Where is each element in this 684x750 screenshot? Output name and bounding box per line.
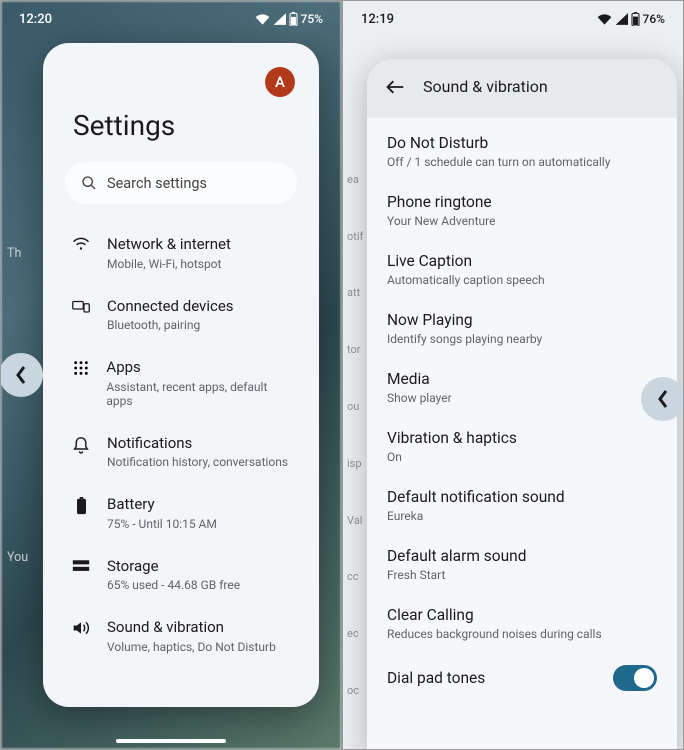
back-arrow-icon[interactable]	[385, 79, 405, 95]
settings-list: Network & internet Mobile, Wi-Fi, hotspot…	[65, 222, 297, 667]
row-battery[interactable]: Battery 75% - Until 10:15 AM	[65, 482, 297, 544]
screenshot-settings-home: 12:20 75% Th You A Settings Search setti…	[0, 0, 342, 750]
battery-percent: 76%	[643, 12, 665, 26]
chevron-left-icon	[13, 365, 29, 385]
volume-icon	[72, 620, 90, 636]
row-title: Sound & vibration	[107, 618, 276, 638]
page-title: Sound & vibration	[423, 77, 548, 96]
row-title: Connected devices	[107, 297, 234, 317]
row-vibration[interactable]: Vibration & hapticsOn	[367, 417, 677, 476]
row-network[interactable]: Network & internet Mobile, Wi-Fi, hotspot	[65, 222, 297, 284]
avatar[interactable]: A	[265, 67, 295, 97]
status-time: 12:19	[361, 12, 394, 27]
row-connected-devices[interactable]: Connected devicesBluetooth, pairing	[65, 284, 297, 346]
signal-icon	[273, 13, 286, 25]
row-notif-sound[interactable]: Default notification soundEureka	[367, 476, 677, 535]
row-ringtone[interactable]: Phone ringtoneYour New Adventure	[367, 181, 677, 240]
row-apps[interactable]: AppsAssistant, recent apps, default apps	[65, 345, 297, 421]
row-sound[interactable]: Sound & vibration Volume, haptics, Do Not…	[65, 605, 297, 667]
status-time: 12:20	[19, 12, 52, 27]
row-sub: 65% used - 44.68 GB free	[107, 578, 240, 592]
search-input[interactable]: Search settings	[65, 162, 297, 204]
battery-icon	[289, 12, 298, 26]
row-dial-pad-tones[interactable]: Dial pad tones	[367, 653, 677, 703]
apps-icon	[73, 360, 89, 376]
row-media[interactable]: MediaShow player	[367, 358, 677, 417]
row-storage[interactable]: Storage65% used - 44.68 GB free	[65, 544, 297, 606]
page-title: Settings	[73, 109, 297, 142]
row-title: Battery	[107, 495, 217, 515]
search-placeholder: Search settings	[107, 175, 207, 192]
row-title: Storage	[107, 557, 240, 577]
row-title: Apps	[106, 358, 291, 378]
row-alarm-sound[interactable]: Default alarm soundFresh Start	[367, 535, 677, 594]
row-sub: 75% - Until 10:15 AM	[107, 517, 217, 531]
row-live-caption[interactable]: Live CaptionAutomatically caption speech	[367, 240, 677, 299]
status-bar: 12:20 75%	[1, 1, 341, 31]
status-bar: 12:19 76%	[343, 1, 683, 31]
wifi-icon	[72, 237, 90, 251]
bell-icon	[73, 436, 89, 454]
sound-list: Do Not DisturbOff / 1 schedule can turn …	[367, 118, 677, 707]
row-sub: Mobile, Wi-Fi, hotspot	[107, 257, 231, 271]
wifi-icon	[597, 13, 612, 25]
row-sub: Notification history, conversations	[107, 455, 288, 469]
status-icons: 75%	[255, 12, 323, 26]
row-clear-calling[interactable]: Clear CallingReduces background noises d…	[367, 594, 677, 653]
battery-percent: 75%	[301, 12, 323, 26]
chevron-left-icon	[655, 389, 671, 409]
home-indicator[interactable]	[116, 739, 226, 743]
edge-back-indicator[interactable]	[0, 353, 43, 397]
edge-back-indicator[interactable]	[641, 377, 684, 421]
background-card-hints: Th You	[7, 101, 51, 709]
sheet-header: Sound & vibration	[367, 59, 677, 118]
devices-icon	[72, 299, 90, 313]
status-icons: 76%	[597, 12, 665, 26]
battery-icon	[76, 497, 87, 515]
settings-sheet: A Settings Search settings Network & int…	[43, 43, 319, 707]
signal-icon	[615, 13, 628, 25]
row-notifications[interactable]: NotificationsNotification history, conve…	[65, 421, 297, 483]
toggle-switch[interactable]	[613, 665, 657, 691]
row-now-playing[interactable]: Now PlayingIdentify songs playing nearby	[367, 299, 677, 358]
row-title: Network & internet	[107, 235, 231, 255]
row-sub: Assistant, recent apps, default apps	[106, 380, 291, 408]
screenshot-sound-settings: 12:19 76% ea otif att tor ou isp Val cc …	[342, 0, 684, 750]
row-dnd[interactable]: Do Not DisturbOff / 1 schedule can turn …	[367, 122, 677, 181]
wifi-icon	[255, 13, 270, 25]
sound-sheet: Sound & vibration Do Not DisturbOff / 1 …	[367, 59, 677, 750]
row-sub: Volume, haptics, Do Not Disturb	[107, 640, 276, 654]
row-sub: Bluetooth, pairing	[107, 318, 234, 332]
row-title: Notifications	[107, 434, 288, 454]
search-icon	[81, 175, 97, 191]
battery-icon	[631, 12, 640, 26]
storage-icon	[72, 559, 90, 573]
